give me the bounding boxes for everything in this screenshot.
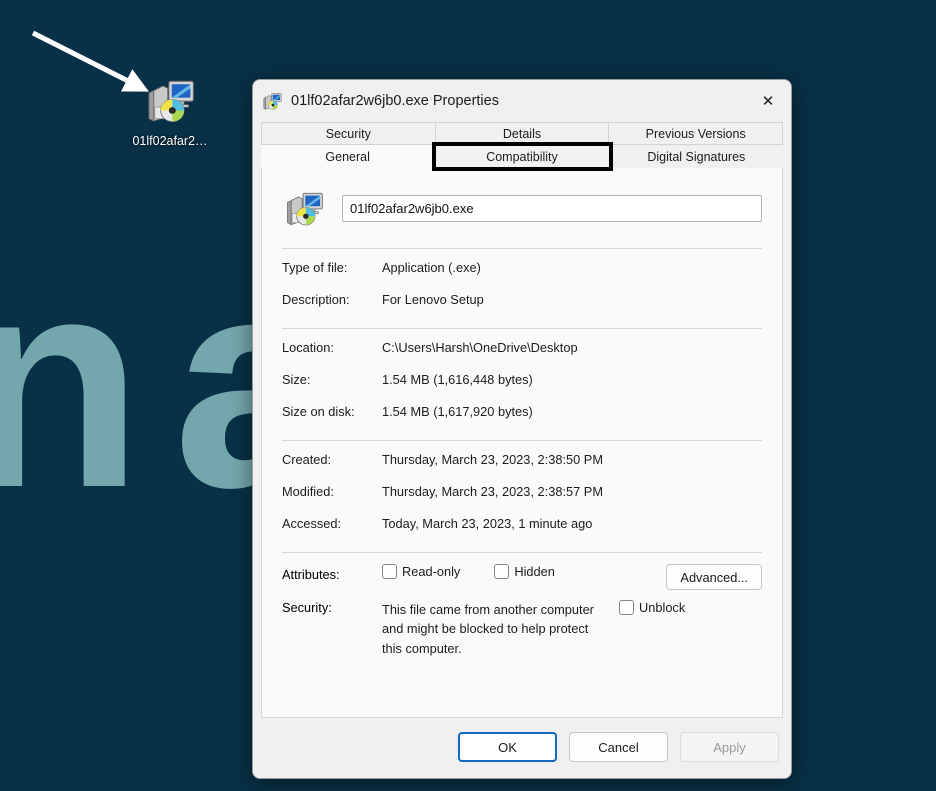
tab-security[interactable]: Security [261, 122, 436, 145]
row-label: Modified: [282, 484, 382, 499]
row-description: Description: For Lenovo Setup [282, 292, 762, 324]
file-name-section: 01lf02afar2w6jb0.exe [282, 186, 762, 248]
file-dates-block: Created: Thursday, March 23, 2023, 2:38:… [282, 441, 762, 552]
row-value: C:\Users\Harsh\OneDrive\Desktop [382, 340, 762, 355]
tab-label: Digital Signatures [647, 150, 745, 164]
checkbox-box[interactable] [382, 564, 397, 579]
desktop-icon-label: 01lf02afar2… [118, 134, 222, 150]
security-message: This file came from another computer and… [382, 600, 607, 658]
tab-label: Details [503, 127, 541, 141]
checkbox-label: Hidden [514, 564, 555, 579]
row-size-on-disk: Size on disk: 1.54 MB (1,617,920 bytes) [282, 404, 762, 436]
row-label: Size on disk: [282, 404, 382, 419]
row-value: For Lenovo Setup [382, 292, 762, 307]
file-properties-dialog[interactable]: 01lf02afar2w6jb0.exe Properties ✕ Securi… [252, 79, 792, 779]
row-location: Location: C:\Users\Harsh\OneDrive\Deskto… [282, 340, 762, 372]
row-type-of-file: Type of file: Application (.exe) [282, 260, 762, 292]
dialog-footer: OK Cancel Apply [253, 718, 791, 778]
row-value: Thursday, March 23, 2023, 2:38:57 PM [382, 484, 762, 499]
unblock-checkbox[interactable]: Unblock [619, 600, 685, 615]
desktop-icon-01lf02afar2[interactable]: 01lf02afar2… [118, 72, 222, 150]
row-label: Description: [282, 292, 382, 307]
tab-label: Security [326, 127, 371, 141]
row-label: Attributes: [282, 564, 382, 582]
hidden-checkbox[interactable]: Hidden [494, 564, 555, 579]
tab-label: General [325, 150, 369, 164]
row-label: Size: [282, 372, 382, 387]
cancel-button[interactable]: Cancel [569, 732, 668, 762]
file-name-input[interactable]: 01lf02afar2w6jb0.exe [342, 195, 762, 222]
readonly-checkbox[interactable]: Read-only [382, 564, 460, 579]
tab-digital-signatures[interactable]: Digital Signatures [610, 145, 783, 168]
row-size: Size: 1.54 MB (1,616,448 bytes) [282, 372, 762, 404]
tab-general[interactable]: General [261, 145, 435, 168]
row-security: Security: This file came from another co… [282, 598, 762, 658]
application-setup-icon [261, 90, 283, 112]
checkbox-box[interactable] [494, 564, 509, 579]
row-modified: Modified: Thursday, March 23, 2023, 2:38… [282, 484, 762, 516]
tab-panel-general: 01lf02afar2w6jb0.exe Type of file: Appli… [261, 168, 783, 718]
row-value: Thursday, March 23, 2023, 2:38:50 PM [382, 452, 762, 467]
tab-label: Compatibility [486, 150, 558, 164]
advanced-button[interactable]: Advanced... [666, 564, 762, 590]
close-icon[interactable]: ✕ [745, 80, 791, 122]
checkbox-label: Read-only [402, 564, 460, 579]
application-setup-icon [142, 72, 198, 128]
tab-strip[interactable]: Security Details Previous Versions Gener… [253, 122, 791, 168]
desktop[interactable]: na e 01lf02afar2… [0, 0, 936, 791]
apply-button[interactable]: Apply [680, 732, 779, 762]
row-attributes: Attributes: Read-only Hidden Advanced... [282, 564, 762, 598]
ok-button[interactable]: OK [458, 732, 557, 762]
row-created: Created: Thursday, March 23, 2023, 2:38:… [282, 452, 762, 484]
checkbox-box[interactable] [619, 600, 634, 615]
checkbox-label: Unblock [639, 600, 685, 615]
file-type-block: Type of file: Application (.exe) Descrip… [282, 249, 762, 328]
dialog-titlebar[interactable]: 01lf02afar2w6jb0.exe Properties ✕ [253, 80, 791, 122]
tab-compatibility[interactable]: Compatibility [435, 145, 609, 168]
row-value: Today, March 23, 2023, 1 minute ago [382, 516, 762, 531]
row-label: Type of file: [282, 260, 382, 275]
tab-details[interactable]: Details [436, 122, 610, 145]
row-value: 1.54 MB (1,617,920 bytes) [382, 404, 762, 419]
row-value: 1.54 MB (1,616,448 bytes) [382, 372, 762, 387]
tab-row-top: Security Details Previous Versions [261, 122, 783, 145]
application-setup-icon [282, 186, 326, 230]
row-value: Application (.exe) [382, 260, 762, 275]
row-label: Location: [282, 340, 382, 355]
tab-previous-versions[interactable]: Previous Versions [609, 122, 783, 145]
row-label: Security: [282, 600, 382, 615]
attributes-controls: Read-only Hidden Advanced... [382, 564, 762, 590]
row-label: Created: [282, 452, 382, 467]
dialog-title: 01lf02afar2w6jb0.exe Properties [291, 93, 499, 109]
row-label: Accessed: [282, 516, 382, 531]
tab-row-bottom: General Compatibility Digital Signatures [261, 145, 783, 168]
tab-label: Previous Versions [646, 127, 746, 141]
attributes-block: Attributes: Read-only Hidden Advanced... [282, 553, 762, 658]
row-accessed: Accessed: Today, March 23, 2023, 1 minut… [282, 516, 762, 548]
file-location-block: Location: C:\Users\Harsh\OneDrive\Deskto… [282, 329, 762, 440]
